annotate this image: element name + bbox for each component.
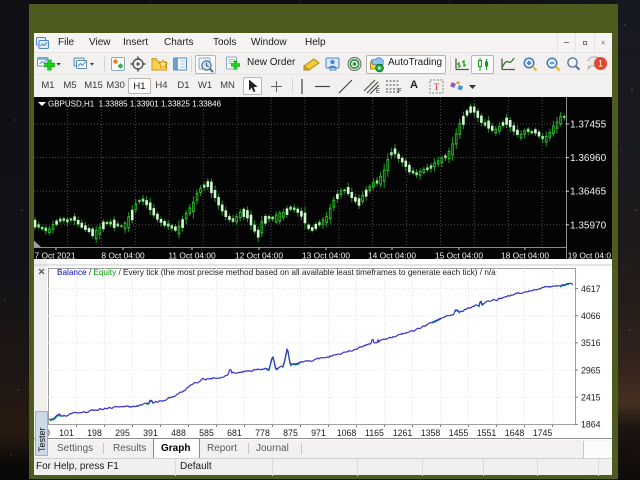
svg-text:1648: 1648 [505, 428, 525, 438]
svg-text:1455: 1455 [449, 428, 469, 438]
svg-text:3516: 3516 [581, 338, 601, 348]
svg-text:2965: 2965 [581, 365, 601, 375]
svg-text:19 Oct 04:0: 19 Oct 04:0 [568, 251, 612, 260]
svg-text:295: 295 [115, 428, 130, 438]
svg-text:4066: 4066 [581, 311, 601, 321]
svg-text:1068: 1068 [337, 428, 357, 438]
svg-text:585: 585 [199, 428, 214, 438]
svg-text:1165: 1165 [365, 428, 384, 438]
svg-text:1261: 1261 [393, 428, 413, 438]
svg-text:Tester: Tester [37, 427, 47, 452]
svg-text:778: 778 [255, 428, 270, 438]
svg-text:391: 391 [143, 428, 158, 438]
svg-text:T: T [434, 82, 440, 92]
svg-text:14 Oct 04:00: 14 Oct 04:00 [368, 251, 416, 260]
svg-text:1.36465: 1.36465 [570, 187, 607, 198]
svg-text:681: 681 [227, 428, 242, 438]
svg-text:8 Oct 04:00: 8 Oct 04:00 [101, 251, 145, 260]
svg-text:1358: 1358 [421, 428, 441, 438]
svg-text:1: 1 [598, 59, 603, 69]
svg-text:1745: 1745 [533, 428, 553, 438]
svg-text:7 Oct 2021: 7 Oct 2021 [35, 251, 76, 260]
svg-text:F: F [398, 89, 402, 94]
svg-text:11 Oct 04:00: 11 Oct 04:00 [168, 251, 216, 260]
svg-text:198: 198 [87, 428, 102, 438]
svg-text:488: 488 [171, 428, 186, 438]
svg-text:1.37455: 1.37455 [570, 120, 607, 131]
svg-text:1864: 1864 [581, 420, 601, 430]
svg-text:1.35970: 1.35970 [570, 220, 607, 231]
svg-text:1.36960: 1.36960 [570, 153, 607, 164]
svg-text:12 Oct 04:00: 12 Oct 04:00 [235, 251, 283, 260]
svg-text:2415: 2415 [581, 392, 601, 402]
svg-text:18 Oct 04:00: 18 Oct 04:00 [501, 251, 549, 260]
svg-text:4617: 4617 [581, 284, 601, 294]
svg-text:Balance / Equity / Every tick: Balance / Equity / Every tick (the most … [57, 268, 496, 277]
svg-text:GBPUSD,H1 1.33885 1.33901 1.3: GBPUSD,H1 1.33885 1.33901 1.33825 1.3384… [48, 100, 222, 109]
svg-text:1551: 1551 [477, 428, 497, 438]
svg-text:101: 101 [59, 428, 74, 438]
svg-text:15 Oct 04:00: 15 Oct 04:00 [435, 251, 483, 260]
svg-text:E: E [376, 89, 380, 94]
svg-text:13 Oct 04:00: 13 Oct 04:00 [302, 251, 350, 260]
svg-text:971: 971 [311, 428, 326, 438]
svg-text:875: 875 [283, 428, 298, 438]
